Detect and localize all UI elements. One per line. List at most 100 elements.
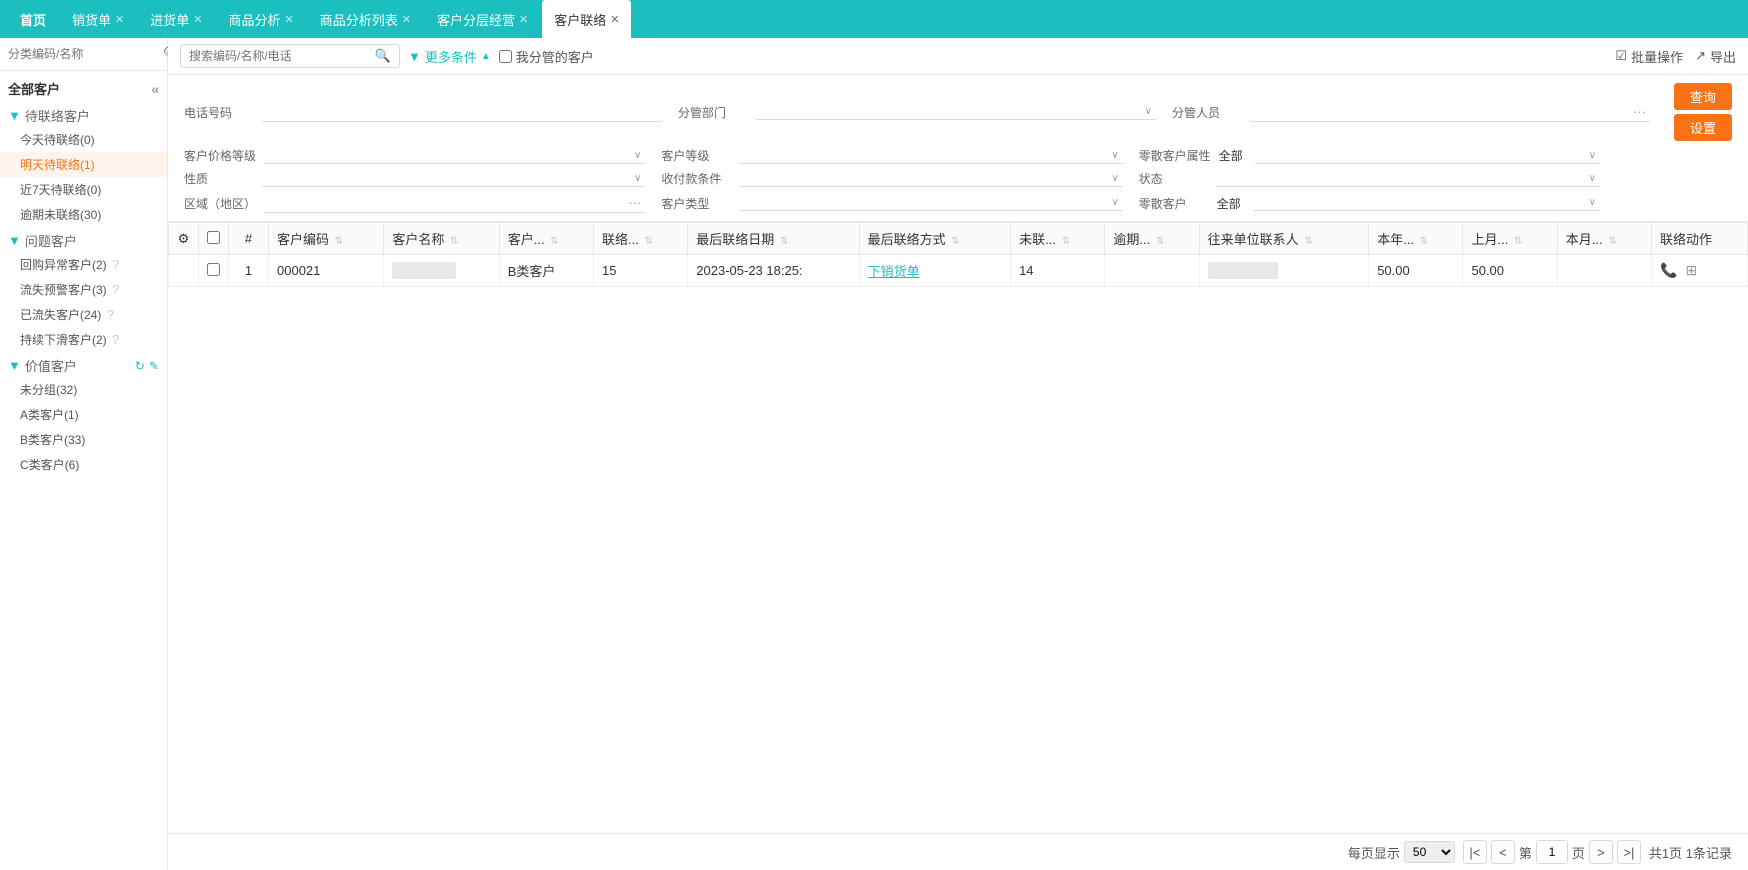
sidebar-item-overdue[interactable]: 逾期未联络(30) <box>0 202 167 227</box>
section-value-customers[interactable]: ▼ 价值客户 ↻ ✎ <box>0 352 167 377</box>
col-check <box>199 223 229 255</box>
page-input[interactable] <box>1536 840 1568 864</box>
settings-button[interactable]: 设置 <box>1674 114 1732 141</box>
per-page-selector: 每页显示 50 100 200 <box>1348 841 1455 863</box>
filter-customer-type: 客户类型 ∨ <box>661 195 1122 212</box>
filter-nature-label: 性质 <box>184 170 254 187</box>
select-all-checkbox[interactable] <box>207 231 220 244</box>
table-row: 1 000021 Ea B类客户 15 2023-05-23 18:25: 下销… <box>169 255 1748 287</box>
page-suffix: 页 <box>1572 843 1585 862</box>
sidebar-item-class-b[interactable]: B类客户(33) <box>0 427 167 452</box>
filter-price-tier-select[interactable]: ∨ <box>264 148 645 164</box>
nav-product-analysis[interactable]: 商品分析 ✕ <box>216 0 305 38</box>
row-overdue <box>1105 255 1199 287</box>
prev-page-button[interactable]: < <box>1491 840 1515 864</box>
filter-dept-select[interactable]: ∨ <box>756 104 1156 120</box>
batch-op-checkbox-icon: ☑ <box>1615 48 1627 64</box>
sidebar-search-input[interactable] <box>8 47 163 61</box>
search-button[interactable]: 🔍 <box>375 48 391 64</box>
nav-sales[interactable]: 销货单 ✕ <box>60 0 136 38</box>
nav-purchase-close[interactable]: ✕ <box>193 13 202 26</box>
filter-nature-select[interactable]: ∨ <box>262 171 645 187</box>
chevron-down-icon5: ∨ <box>634 173 641 184</box>
filter-actions: 查询 设置 <box>1674 83 1732 141</box>
export-button[interactable]: ↗ 导出 <box>1695 47 1736 66</box>
toolbar-right: ☑ 批量操作 ↗ 导出 <box>1615 47 1736 66</box>
sidebar-item-declining[interactable]: 持续下滑客户(2) ? <box>0 327 167 352</box>
filter-icon: ▼ <box>408 49 421 64</box>
row-last-date: 2023-05-23 18:25: <box>688 255 859 287</box>
filter-customer-type-select[interactable]: ∨ <box>739 195 1122 211</box>
filter-retail-customer-select[interactable]: ∨ <box>1253 195 1600 211</box>
action-grid-icon[interactable]: ⊞ <box>1685 262 1697 279</box>
collapse-icon[interactable]: « <box>151 81 159 97</box>
filter-retail-customer: 零散客户 全部 ∨ <box>1139 195 1600 212</box>
nav-customer-tier-close[interactable]: ✕ <box>519 13 528 26</box>
chevron-down-icon3: ∨ <box>1111 150 1118 161</box>
filter-status-label: 状态 <box>1139 170 1209 187</box>
first-page-button[interactable]: |< <box>1463 840 1487 864</box>
filter-phone-input[interactable] <box>262 103 662 122</box>
next-page-button[interactable]: > <box>1589 840 1613 864</box>
sidebar-item-tomorrow[interactable]: 明天待联络(1) <box>0 152 167 177</box>
query-button[interactable]: 查询 <box>1674 83 1732 110</box>
filter-person-dots[interactable]: ··· <box>1633 104 1646 119</box>
nav-customer-tier[interactable]: 客户分层经营 ✕ <box>425 0 540 38</box>
filter-payment-select[interactable]: ∨ <box>739 171 1122 187</box>
col-gear[interactable]: ⚙ <box>169 223 199 255</box>
sidebar-item-repurchase-abnormal[interactable]: 回购异常客户(2) ? <box>0 252 167 277</box>
refresh-icon[interactable]: ↻ <box>135 359 145 373</box>
section-pending-contact[interactable]: ▼ 待联络客户 <box>0 102 167 127</box>
chevron-down-icon2: ∨ <box>634 150 641 161</box>
filter-retail-attr-select[interactable]: ∨ <box>1255 148 1600 164</box>
col-contact: 联络... ⇅ <box>594 223 688 255</box>
sidebar-item-class-a[interactable]: A类客户(1) <box>0 402 167 427</box>
nav-product-analysis-close[interactable]: ✕ <box>285 13 294 26</box>
my-customer-checkbox-wrapper[interactable]: 我分管的客户 <box>499 47 594 66</box>
sidebar-all-customers[interactable]: 全部客户 « <box>0 75 167 102</box>
nav-customer-contact[interactable]: 客户联络 ✕ <box>542 0 631 38</box>
chevron-down-icon7: ∨ <box>1589 173 1596 184</box>
more-filter-button[interactable]: ▼ 更多条件 ▲ <box>408 47 491 66</box>
chevron-down-icon6: ∨ <box>1111 173 1118 184</box>
sidebar-item-7days[interactable]: 近7天待联络(0) <box>0 177 167 202</box>
my-customer-checkbox[interactable] <box>499 50 512 63</box>
filter-status-select[interactable]: ∨ <box>1217 171 1600 187</box>
table-area: ⚙ # 客户编码 ⇅ 客户名称 ⇅ 客户... ⇅ 联络... ⇅ 最后联络日期… <box>168 222 1748 833</box>
action-phone-icon[interactable]: 📞 <box>1660 262 1677 279</box>
search-input[interactable] <box>189 49 371 63</box>
batch-op-button[interactable]: ☑ 批量操作 <box>1615 47 1683 66</box>
edit-icon[interactable]: ✎ <box>149 359 159 373</box>
last-page-button[interactable]: >| <box>1617 840 1641 864</box>
sidebar-item-churned[interactable]: 已流失客户(24) ? <box>0 302 167 327</box>
nav-purchase[interactable]: 进货单 ✕ <box>138 0 214 38</box>
per-page-select[interactable]: 50 100 200 <box>1404 841 1455 863</box>
sidebar-item-ungrouped[interactable]: 未分组(32) <box>0 377 167 402</box>
triangle-icon2: ▼ <box>8 233 21 248</box>
main-layout: 🔍 全部客户 « ▼ 待联络客户 今天待联络(0) 明天待联络(1) 近7天待联… <box>0 38 1748 870</box>
nav-customer-contact-close[interactable]: ✕ <box>610 13 619 26</box>
nav-sales-close[interactable]: ✕ <box>115 13 124 26</box>
filter-payment-label: 收付款条件 <box>661 170 731 187</box>
triangle-icon: ▼ <box>8 108 21 123</box>
col-this-year: 本年... ⇅ <box>1369 223 1463 255</box>
nav-product-list-close[interactable]: ✕ <box>402 13 411 26</box>
page-label: 第 <box>1519 843 1532 862</box>
row-checkbox[interactable] <box>207 263 220 276</box>
col-last-date: 最后联络日期 ⇅ <box>688 223 859 255</box>
nav-home[interactable]: 首页 <box>8 0 58 38</box>
last-method-link[interactable]: 下销货单 <box>868 264 920 279</box>
filter-region-dots[interactable]: ··· <box>628 195 641 210</box>
col-name: 客户名称 ⇅ <box>384 223 499 255</box>
sidebar-search: 🔍 <box>0 38 167 71</box>
sidebar-item-class-c[interactable]: C类客户(6) <box>0 452 167 477</box>
nav-product-list[interactable]: 商品分析列表 ✕ <box>308 0 423 38</box>
row-action: 📞 ⊞ <box>1652 255 1748 287</box>
top-nav: 首页 销货单 ✕ 进货单 ✕ 商品分析 ✕ 商品分析列表 ✕ 客户分层经营 ✕ … <box>0 0 1748 38</box>
sidebar-item-today[interactable]: 今天待联络(0) <box>0 127 167 152</box>
toolbar: 🔍 ▼ 更多条件 ▲ 我分管的客户 ☑ 批量操作 ↗ 导出 <box>168 38 1748 75</box>
chevron-down-icon4: ∨ <box>1589 150 1596 161</box>
filter-customer-tier-select[interactable]: ∨ <box>739 148 1122 164</box>
section-problem-customers[interactable]: ▼ 问题客户 <box>0 227 167 252</box>
sidebar-item-churn-warning[interactable]: 流失预警客户(3) ? <box>0 277 167 302</box>
